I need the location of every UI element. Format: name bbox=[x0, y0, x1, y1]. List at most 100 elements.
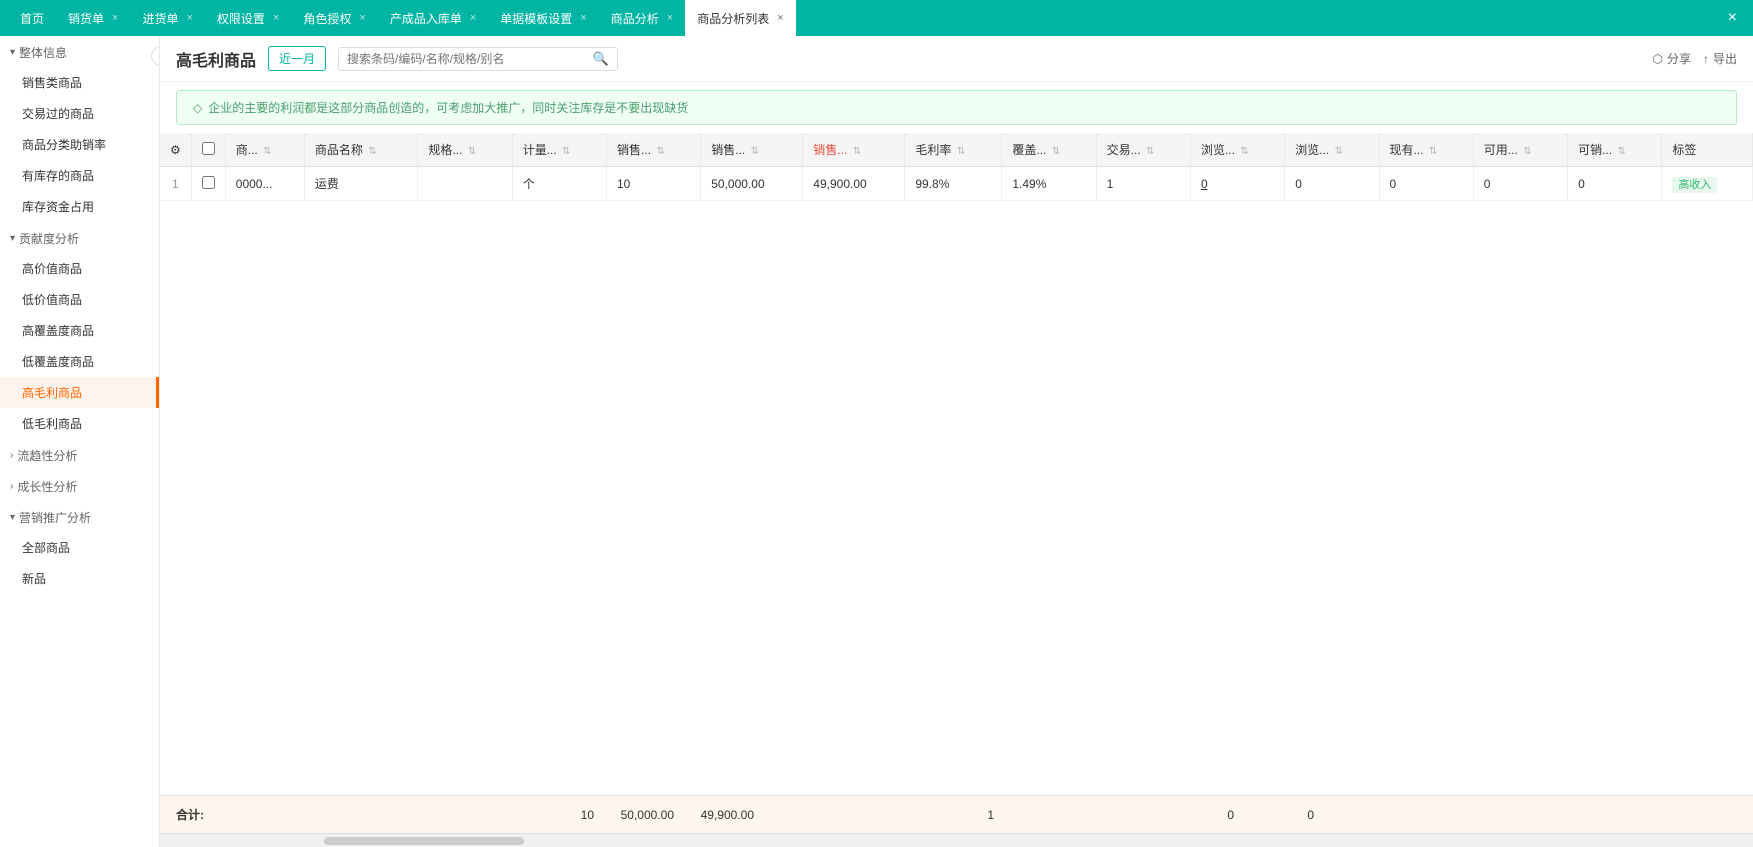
footer-browse2 bbox=[1084, 808, 1164, 822]
col-spec: 规格... ⇅ bbox=[418, 133, 512, 167]
col-settings[interactable]: ⚙ bbox=[160, 133, 191, 167]
main-layout: « ▾ 整体信息 销售类商品 交易过的商品 商品分类助销率 有库存的商品 库存资… bbox=[0, 36, 1753, 847]
sort-icon-11: ⇅ bbox=[1240, 146, 1248, 157]
table-body: 1 0000... 运费 个 10 50,000.00 49,900.00 99… bbox=[160, 167, 1753, 201]
sort-icon-12: ⇅ bbox=[1335, 146, 1343, 157]
arrow-icon-2: ▾ bbox=[10, 233, 15, 244]
nav-purchase-order[interactable]: 进货单 × bbox=[130, 0, 204, 36]
sidebar-item-all-goods[interactable]: 全部商品 bbox=[0, 532, 159, 563]
sort-icon-14: ⇅ bbox=[1523, 146, 1531, 157]
sidebar-section-overall[interactable]: ▾ 整体信息 bbox=[0, 36, 159, 67]
window-close-button[interactable]: × bbox=[1720, 9, 1745, 27]
nav-close-analysis-list[interactable]: × bbox=[777, 12, 783, 24]
row-checkbox-cell bbox=[191, 167, 225, 201]
sidebar-item-stock-capital[interactable]: 库存资金占用 bbox=[0, 191, 159, 222]
col-sales-profit: 销售... ⇅ bbox=[803, 133, 905, 167]
row-saleable: 0 bbox=[1568, 167, 1662, 201]
row-coverage: 1.49% bbox=[1002, 167, 1096, 201]
sort-icon-7: ⇅ bbox=[853, 146, 861, 157]
sort-icon-6: ⇅ bbox=[751, 146, 759, 157]
footer-available: 0 bbox=[1244, 808, 1324, 822]
sidebar-item-low-coverage[interactable]: 低覆盖度商品 bbox=[0, 346, 159, 377]
nav-close-permissions[interactable]: × bbox=[273, 12, 279, 24]
sidebar-item-low-value[interactable]: 低价值商品 bbox=[0, 284, 159, 315]
export-button[interactable]: ↑ 导出 bbox=[1703, 50, 1737, 67]
sidebar: « ▾ 整体信息 销售类商品 交易过的商品 商品分类助销率 有库存的商品 库存资… bbox=[0, 36, 160, 847]
footer-label: 合计: bbox=[176, 806, 204, 823]
nav-close-sales[interactable]: × bbox=[112, 12, 118, 24]
nav-close-role[interactable]: × bbox=[359, 12, 365, 24]
sidebar-item-low-margin[interactable]: 低毛利商品 bbox=[0, 408, 159, 439]
select-all-checkbox[interactable] bbox=[202, 142, 215, 155]
search-input[interactable] bbox=[347, 52, 587, 66]
arrow-icon-3: › bbox=[10, 450, 13, 461]
row-sales-amount: 50,000.00 bbox=[701, 167, 803, 201]
header-actions: ⬡ 分享 ↑ 导出 bbox=[1652, 50, 1737, 67]
nav-production-inbound[interactable]: 产成品入库单 × bbox=[378, 0, 488, 36]
sidebar-item-new-goods[interactable]: 新品 bbox=[0, 563, 159, 594]
col-browse1: 浏览... ⇅ bbox=[1190, 133, 1284, 167]
nav-close-production[interactable]: × bbox=[470, 12, 476, 24]
top-navigation: 首页 销货单 × 进货单 × 权限设置 × 角色授权 × 产成品入库单 × 单据… bbox=[0, 0, 1753, 36]
sort-icon: ⇅ bbox=[263, 146, 271, 157]
nav-close-analysis[interactable]: × bbox=[667, 12, 673, 24]
arrow-icon-4: › bbox=[10, 481, 13, 492]
col-transaction: 交易... ⇅ bbox=[1096, 133, 1190, 167]
footer-sales-amount: 50,000.00 bbox=[604, 808, 684, 822]
nav-close-template[interactable]: × bbox=[580, 12, 586, 24]
nav-permissions[interactable]: 权限设置 × bbox=[205, 0, 291, 36]
content-area: 高毛利商品 近一月 🔍 ⬡ 分享 ↑ 导出 ◇ 企业的主要的利润都是这部分商品创… bbox=[160, 36, 1753, 847]
sidebar-item-high-coverage[interactable]: 高覆盖度商品 bbox=[0, 315, 159, 346]
col-code: 商... ⇅ bbox=[225, 133, 304, 167]
nav-template-settings[interactable]: 单据模板设置 × bbox=[488, 0, 598, 36]
sidebar-section-trend[interactable]: › 流趋性分析 bbox=[0, 439, 159, 470]
search-icon[interactable]: 🔍 bbox=[593, 51, 609, 67]
col-sales-qty: 销售... ⇅ bbox=[606, 133, 700, 167]
footer-sales-profit: 49,900.00 bbox=[684, 808, 764, 822]
scroll-thumb[interactable] bbox=[324, 837, 524, 845]
col-sales-amount: 销售... ⇅ bbox=[701, 133, 803, 167]
sidebar-item-sales-goods[interactable]: 销售类商品 bbox=[0, 67, 159, 98]
row-browse1[interactable]: 0 bbox=[1190, 167, 1284, 201]
filter-button[interactable]: 近一月 bbox=[268, 46, 326, 71]
sort-icon-2: ⇅ bbox=[368, 146, 376, 157]
nav-analysis-list[interactable]: 商品分析列表 × bbox=[685, 0, 795, 36]
nav-product-analysis[interactable]: 商品分析 × bbox=[599, 0, 685, 36]
info-banner: ◇ 企业的主要的利润都是这部分商品创造的，可考虑加大推广，同时关注库存是不要出现… bbox=[176, 90, 1737, 125]
nav-role-auth[interactable]: 角色授权 × bbox=[291, 0, 377, 36]
info-icon: ◇ bbox=[193, 101, 202, 115]
sidebar-item-traded-goods[interactable]: 交易过的商品 bbox=[0, 98, 159, 129]
info-text: 企业的主要的利润都是这部分商品创造的，可考虑加大推广，同时关注库存是不要出现缺货 bbox=[208, 99, 688, 116]
nav-sales-order[interactable]: 销货单 × bbox=[56, 0, 130, 36]
sidebar-item-high-margin[interactable]: 高毛利商品 bbox=[0, 377, 159, 408]
sidebar-section-contribution[interactable]: ▾ 贡献度分析 bbox=[0, 222, 159, 253]
row-sales-profit: 49,900.00 bbox=[803, 167, 905, 201]
table-wrapper[interactable]: ⚙ 商... ⇅ 商品名称 ⇅ 规格... ⇅ 计量... ⇅ 销售... ⇅ … bbox=[160, 133, 1753, 795]
nav-close-purchase[interactable]: × bbox=[186, 12, 192, 24]
col-browse2: 浏览... ⇅ bbox=[1285, 133, 1379, 167]
footer-current-stock: 0 bbox=[1164, 808, 1244, 822]
footer-transaction: 1 bbox=[924, 808, 1004, 822]
horizontal-scrollbar[interactable] bbox=[160, 833, 1753, 847]
sort-icon-5: ⇅ bbox=[656, 146, 664, 157]
footer-browse1 bbox=[1004, 808, 1084, 822]
col-current-stock: 现有... ⇅ bbox=[1379, 133, 1473, 167]
row-checkbox[interactable] bbox=[202, 176, 215, 189]
row-name: 运费 bbox=[304, 167, 417, 201]
sidebar-item-in-stock-goods[interactable]: 有库存的商品 bbox=[0, 160, 159, 191]
sidebar-item-category-sales-rate[interactable]: 商品分类助销率 bbox=[0, 129, 159, 160]
col-unit: 计量... ⇅ bbox=[512, 133, 606, 167]
footer-sales-qty bbox=[224, 808, 524, 822]
sidebar-section-marketing[interactable]: ▾ 营销推广分析 bbox=[0, 501, 159, 532]
sidebar-item-high-value[interactable]: 高价值商品 bbox=[0, 253, 159, 284]
table-row: 1 0000... 运费 个 10 50,000.00 49,900.00 99… bbox=[160, 167, 1753, 201]
share-button[interactable]: ⬡ 分享 bbox=[1652, 50, 1691, 67]
tag-badge: 高收入 bbox=[1672, 177, 1717, 193]
sort-icon-10: ⇅ bbox=[1146, 146, 1154, 157]
sidebar-section-growth[interactable]: › 成长性分析 bbox=[0, 470, 159, 501]
row-available: 0 bbox=[1473, 167, 1567, 201]
footer-coverage bbox=[844, 808, 924, 822]
sort-icon-9: ⇅ bbox=[1052, 146, 1060, 157]
nav-home[interactable]: 首页 bbox=[8, 0, 56, 36]
footer-gross-margin bbox=[764, 808, 844, 822]
